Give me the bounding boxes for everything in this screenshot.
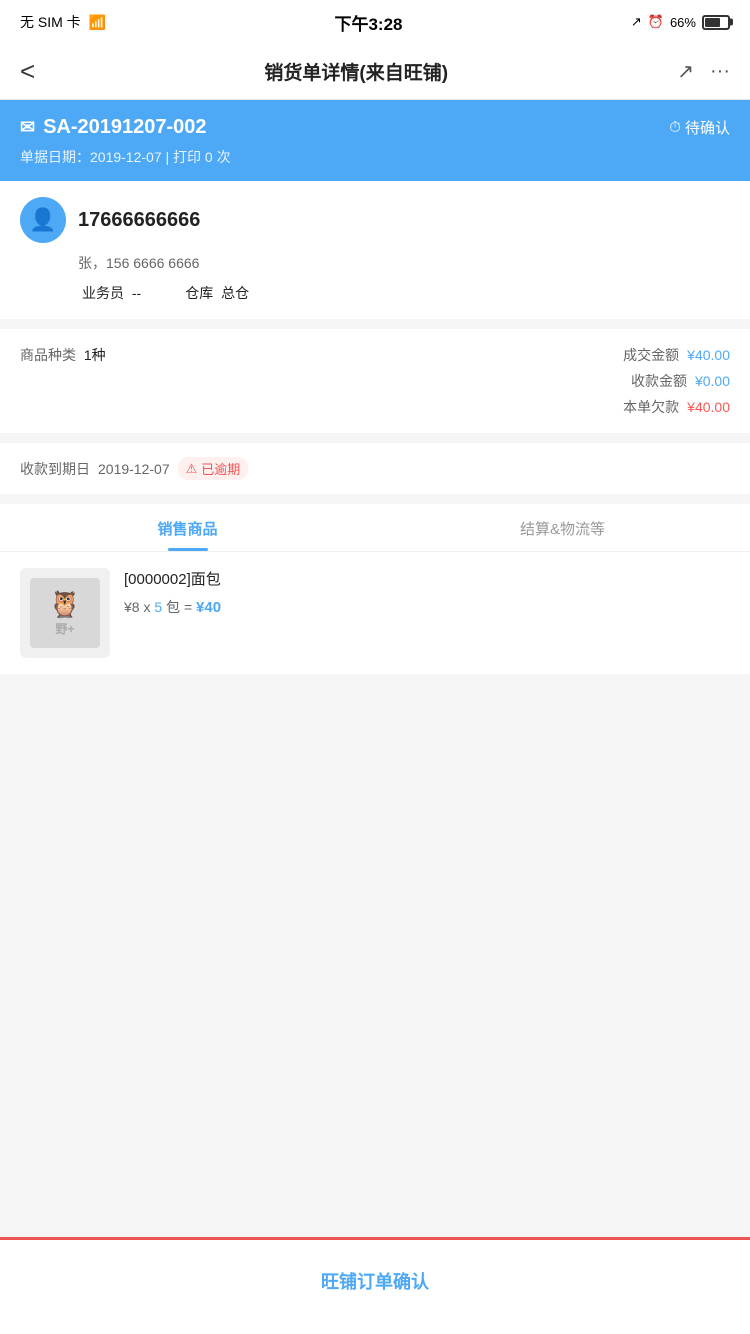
- due-date-section: 收款到期日 2019-12-07 ⚠ 已逾期: [0, 443, 750, 494]
- order-id: ✉ SA-20191207-002: [20, 116, 207, 139]
- warehouse-info: 仓库 总仓: [181, 283, 249, 303]
- order-status: ⏱ 待确认: [669, 117, 730, 138]
- product-qty: 5: [154, 599, 162, 615]
- balance-value: ¥40.00: [687, 399, 730, 415]
- battery-icon: [702, 15, 730, 30]
- product-thumbnail: 🦉 野+: [20, 568, 110, 658]
- nav-actions: ↗ ···: [677, 59, 730, 84]
- summary-right: 成交金额 ¥40.00 收款金额 ¥0.00 本单欠款 ¥40.00: [623, 345, 730, 417]
- carrier-text: 无 SIM 卡: [20, 12, 81, 32]
- received-row: 收款金额 ¥0.00: [623, 371, 730, 391]
- salesperson-label: 业务员: [82, 285, 124, 301]
- due-date-label: 收款到期日: [20, 459, 90, 479]
- customer-meta: 业务员 -- 仓库 总仓: [20, 283, 730, 303]
- status-time: 下午3:28: [334, 10, 402, 35]
- summary-section: 商品种类 1种 成交金额 ¥40.00 收款金额 ¥0.00 本单欠款 ¥40.…: [0, 329, 750, 433]
- multiply-sign: x: [143, 599, 154, 615]
- product-price: ¥8: [124, 599, 140, 615]
- content-spacer: [0, 674, 750, 874]
- order-id-text: SA-20191207-002: [43, 116, 206, 139]
- page-title: 销货单详情(来自旺铺): [264, 58, 448, 85]
- transaction-label: 成交金额: [623, 345, 679, 365]
- product-item: 🦉 野+ [0000002]面包 ¥8 x 5 包 = ¥40: [0, 552, 750, 674]
- summary-left: 商品种类 1种: [20, 345, 106, 417]
- due-date-value: 2019-12-07: [98, 461, 170, 477]
- order-icon: ✉: [20, 117, 35, 138]
- salesperson-info: 业务员 --: [78, 283, 141, 303]
- product-name: [0000002]面包: [124, 568, 730, 589]
- nav-bar: < 销货单详情(来自旺铺) ↗ ···: [0, 44, 750, 100]
- battery-text: 66%: [670, 15, 696, 30]
- balance-label: 本单欠款: [623, 397, 679, 417]
- tab-sales-product[interactable]: 销售商品: [0, 504, 375, 551]
- product-type-label: 商品种类: [20, 347, 76, 363]
- warehouse-value: 总仓: [221, 285, 249, 301]
- alarm-icon: ⏰: [648, 14, 664, 30]
- tabs: 销售商品 结算&物流等: [0, 504, 750, 552]
- product-details: [0000002]面包 ¥8 x 5 包 = ¥40: [124, 568, 730, 617]
- share-button[interactable]: ↗: [677, 59, 694, 84]
- product-total: ¥40: [196, 599, 221, 616]
- overdue-text: 已逾期: [201, 459, 240, 478]
- status-clock-icon: ⏱: [669, 119, 681, 136]
- equals-sign: =: [184, 599, 196, 615]
- overdue-badge: ⚠ 已逾期: [178, 457, 249, 480]
- avatar: 👤: [20, 197, 66, 243]
- status-text: 待确认: [685, 117, 730, 138]
- customer-name: 张，156 6666 6666: [20, 253, 730, 273]
- bottom-bar: 旺铺订单确认: [0, 1237, 750, 1334]
- order-header-banner: ✉ SA-20191207-002 ⏱ 待确认 单据日期：2019-12-07 …: [0, 100, 750, 181]
- wifi-icon: 📶: [89, 14, 106, 31]
- received-label: 收款金额: [631, 371, 687, 391]
- customer-phone: 17666666666: [78, 209, 200, 232]
- transaction-value: ¥40.00: [687, 347, 730, 363]
- location-icon: ↗: [631, 14, 642, 30]
- balance-row: 本单欠款 ¥40.00: [623, 397, 730, 417]
- back-button[interactable]: <: [20, 56, 35, 87]
- product-unit: 包: [166, 599, 180, 615]
- more-button[interactable]: ···: [710, 60, 730, 83]
- transaction-row: 成交金额 ¥40.00: [623, 345, 730, 365]
- salesperson-value: --: [132, 285, 141, 301]
- overdue-icon: ⚠: [186, 461, 198, 477]
- confirm-order-button[interactable]: 旺铺订单确认: [20, 1252, 730, 1310]
- status-left: 无 SIM 卡 📶: [20, 12, 106, 32]
- customer-section: 👤 17666666666 张，156 6666 6666 业务员 -- 仓库 …: [0, 181, 750, 319]
- status-bar: 无 SIM 卡 📶 下午3:28 ↗ ⏰ 66%: [0, 0, 750, 44]
- status-right: ↗ ⏰ 66%: [631, 14, 730, 30]
- received-value: ¥0.00: [695, 373, 730, 389]
- avatar-icon: 👤: [29, 207, 56, 233]
- warehouse-label: 仓库: [185, 285, 213, 301]
- tab-settlement[interactable]: 结算&物流等: [375, 504, 750, 551]
- product-type-value: 1种: [84, 347, 106, 363]
- order-date-info: 单据日期：2019-12-07 | 打印 0 次: [20, 147, 730, 167]
- product-calc: ¥8 x 5 包 = ¥40: [124, 597, 730, 617]
